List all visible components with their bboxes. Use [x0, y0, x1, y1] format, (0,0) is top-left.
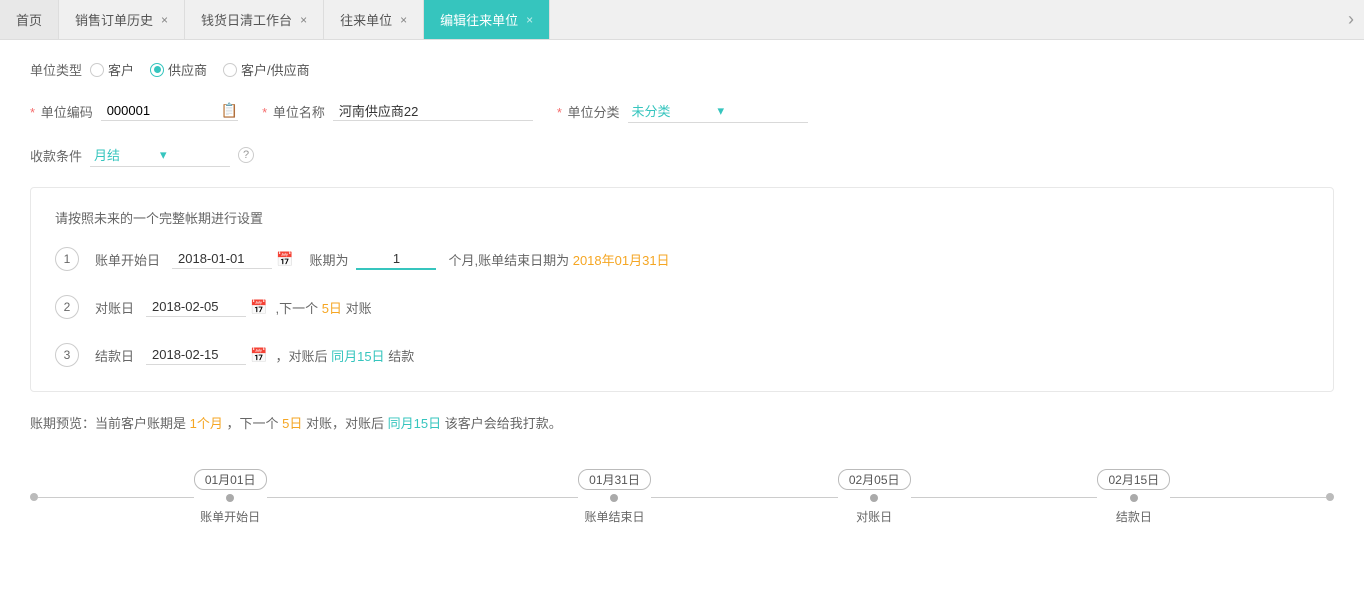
period-row1-calendar-icon[interactable]: 📅 [276, 251, 293, 268]
unit-code-copy-icon[interactable]: 📋 [221, 102, 238, 119]
unit-code-field: * 单位编码 📋 [30, 101, 238, 121]
tab-cash-workbench[interactable]: 钱货日清工作台 × [185, 0, 324, 39]
period-row3-day-highlight: 同月15日 [331, 349, 384, 364]
period-row1-suffix-pre: 账期为 [309, 250, 348, 269]
timeline-badge-1: 01月01日 [194, 469, 267, 490]
period-row3-calendar-icon[interactable]: 📅 [250, 347, 267, 364]
period-row2-label: 对账日 [95, 298, 134, 317]
close-tab-sales-history[interactable]: × [161, 13, 168, 27]
timeline-point-4: 02月15日 结款日 [1097, 469, 1170, 525]
timeline-dot-1 [226, 494, 234, 502]
timeline-point-2: 01月31日 账单结束日 [578, 469, 651, 525]
payment-terms-help-icon[interactable]: ? [238, 147, 254, 163]
close-tab-partner[interactable]: × [400, 13, 407, 27]
radio-circle-customer [90, 63, 104, 77]
unit-category-dropdown[interactable]: 未分类 ▾ [628, 99, 808, 123]
timeline-line-1 [38, 497, 194, 498]
timeline-badge-2: 01月31日 [578, 469, 651, 490]
unit-name-field: * 单位名称 [262, 101, 533, 121]
period-row1-label: 账单开始日 [95, 250, 160, 269]
unit-info-row: * 单位编码 📋 * 单位名称 * 单位分类 未分类 ▾ [30, 99, 1334, 123]
timeline: 01月01日 账单开始日 01月31日 账单结束日 02月05日 对账日 02月… [30, 459, 1334, 535]
period-row3-label: 结款日 [95, 346, 134, 365]
period-row2-desc: ,下一个 5日 对账 [275, 298, 371, 317]
tab-sales-history[interactable]: 销售订单历史 × [59, 0, 185, 39]
period-row1-date-input[interactable] [172, 249, 272, 269]
unit-code-input-wrapper: 📋 [101, 101, 238, 121]
period-row-1: 1 账单开始日 📅 账期为 个月,账单结束日期为 2018年01月31日 [55, 247, 1309, 271]
timeline-point-3: 02月05日 对账日 [838, 469, 911, 525]
timeline-point-1: 01月01日 账单开始日 [194, 469, 267, 525]
unit-code-input[interactable] [101, 101, 221, 120]
period-row3-desc: ，对账后 同月15日 结款 [275, 346, 414, 365]
tab-home[interactable]: 首页 [0, 0, 59, 39]
payment-terms-field: 收款条件 月结 ▾ ? [30, 143, 254, 167]
period-row-3: 3 结款日 📅 ，对账后 同月15日 结款 [55, 343, 1309, 367]
payment-terms-label: 收款条件 [30, 146, 82, 165]
payment-terms-arrow-icon: ▾ [160, 147, 226, 163]
unit-category-arrow-icon: ▾ [718, 103, 804, 119]
radio-circle-customer-supplier [223, 63, 237, 77]
period-num-2: 2 [55, 295, 79, 319]
preview-text: 账期预览：当前客户账期是 1个月 ，下一个 5日 对账，对账后 同月15日 该客… [30, 412, 1334, 435]
timeline-badge-4: 02月15日 [1097, 469, 1170, 490]
payment-terms-row: 收款条件 月结 ▾ ? [30, 143, 1334, 167]
timeline-dot-3 [870, 494, 878, 502]
timeline-line-4 [911, 497, 1098, 498]
unit-code-label: * 单位编码 [30, 102, 93, 121]
period-row2-date-input[interactable] [146, 297, 246, 317]
period-row1-suffix-post: 个月,账单结束日期为 2018年01月31日 [448, 250, 669, 269]
timeline-label-2: 账单结束日 [584, 508, 644, 525]
unit-type-row: 单位类型 客户 供应商 客户/供应商 [30, 60, 1334, 79]
period-row1-months-input[interactable] [356, 249, 436, 270]
timeline-dot-4 [1130, 494, 1138, 502]
timeline-badge-3: 02月05日 [838, 469, 911, 490]
period-row-2: 2 对账日 📅 ,下一个 5日 对账 [55, 295, 1309, 319]
timeline-label-3: 对账日 [856, 508, 892, 525]
preview-pay-highlight: 同月15日 [388, 416, 441, 431]
radio-circle-supplier [150, 63, 164, 77]
unit-type-label: 单位类型 [30, 60, 82, 79]
tab-expand-icon[interactable]: › [1338, 9, 1364, 30]
unit-name-input[interactable] [333, 101, 533, 121]
unit-name-label: * 单位名称 [262, 102, 325, 121]
timeline-line-3 [651, 497, 838, 498]
timeline-start-dot [30, 493, 38, 501]
timeline-dot-2 [610, 494, 618, 502]
timeline-line-5 [1170, 497, 1326, 498]
timeline-label-4: 结款日 [1116, 508, 1152, 525]
period-row2-day-highlight: 5日 [322, 301, 342, 316]
payment-terms-dropdown[interactable]: 月结 ▾ [90, 143, 230, 167]
close-tab-cash-workbench[interactable]: × [300, 13, 307, 27]
tab-bar: 首页 销售订单历史 × 钱货日清工作台 × 往来单位 × 编辑往来单位 × › [0, 0, 1364, 40]
main-content: 单位类型 客户 供应商 客户/供应商 * 单位编码 [0, 40, 1364, 608]
timeline-label-1: 账单开始日 [200, 508, 260, 525]
period-settings-box: 请按照未来的一个完整帐期进行设置 1 账单开始日 📅 账期为 个月,账单结束日期… [30, 187, 1334, 392]
preview-day-highlight: 5日 [282, 416, 302, 431]
unit-category-label: * 单位分类 [557, 102, 620, 121]
period-box-title: 请按照未来的一个完整帐期进行设置 [55, 208, 1309, 227]
radio-customer-supplier[interactable]: 客户/供应商 [223, 60, 310, 79]
period-row3-date-input[interactable] [146, 345, 246, 365]
timeline-line-2 [267, 497, 579, 498]
unit-type-radio-group: 客户 供应商 客户/供应商 [90, 60, 310, 79]
period-num-3: 3 [55, 343, 79, 367]
unit-type-field: 单位类型 客户 供应商 客户/供应商 [30, 60, 310, 79]
tab-partner[interactable]: 往来单位 × [324, 0, 424, 39]
period-num-1: 1 [55, 247, 79, 271]
period-row1-end-date: 2018年01月31日 [573, 253, 670, 268]
period-row2-calendar-icon[interactable]: 📅 [250, 299, 267, 316]
timeline-end-dot [1326, 493, 1334, 501]
radio-customer[interactable]: 客户 [90, 60, 134, 79]
unit-category-field: * 单位分类 未分类 ▾ [557, 99, 808, 123]
radio-supplier[interactable]: 供应商 [150, 60, 207, 79]
preview-month-highlight: 1个月 [190, 416, 223, 431]
close-tab-edit-partner[interactable]: × [526, 13, 533, 27]
tab-edit-partner[interactable]: 编辑往来单位 × [424, 0, 550, 39]
